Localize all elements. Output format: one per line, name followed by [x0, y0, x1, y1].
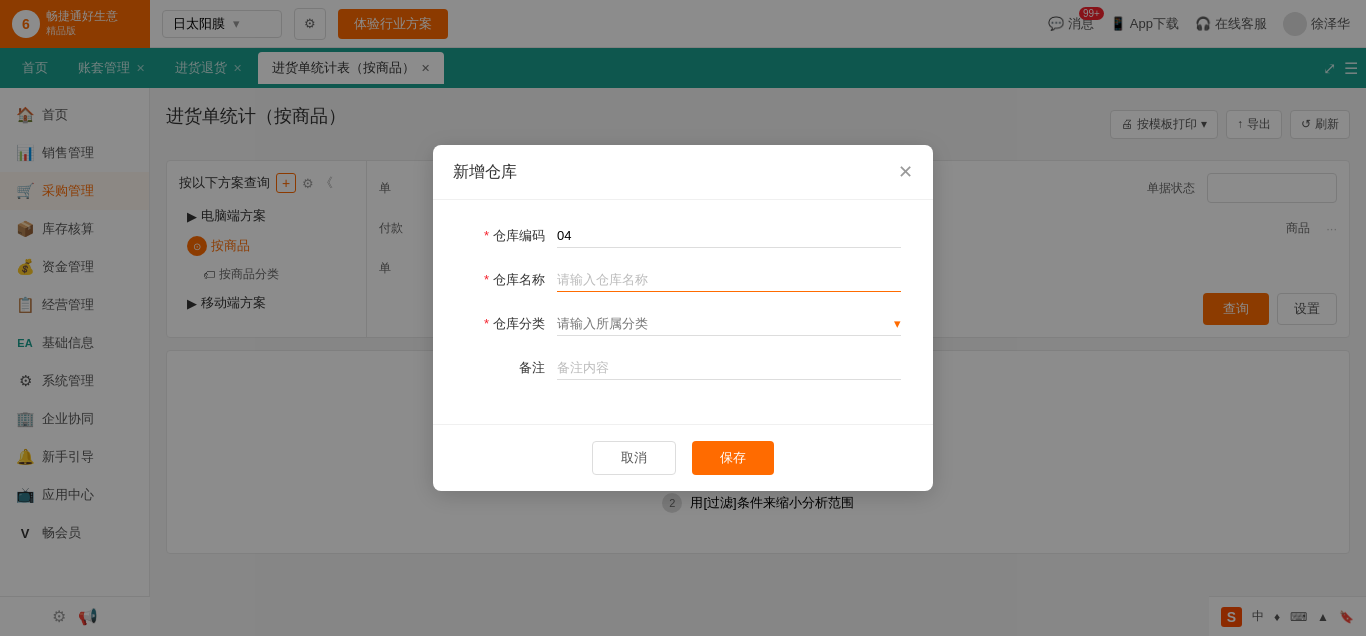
form-row-name: 仓库名称 [465, 268, 901, 292]
category-label: 仓库分类 [465, 315, 545, 333]
category-dropdown-icon[interactable]: ▾ [894, 316, 901, 331]
form-row-code: 仓库编码 [465, 224, 901, 248]
form-row-notes: 备注 [465, 356, 901, 380]
save-button[interactable]: 保存 [692, 441, 774, 475]
name-input[interactable] [557, 268, 901, 292]
dialog-header: 新增仓库 ✕ [433, 145, 933, 200]
add-warehouse-dialog: 新增仓库 ✕ 仓库编码 仓库名称 仓库分类 ▾ 备注 取消 保存 [433, 145, 933, 491]
category-select-row: ▾ [557, 312, 901, 336]
dialog-body: 仓库编码 仓库名称 仓库分类 ▾ 备注 [433, 200, 933, 424]
notes-input[interactable] [557, 356, 901, 380]
cancel-button[interactable]: 取消 [592, 441, 676, 475]
notes-label: 备注 [465, 359, 545, 377]
name-label: 仓库名称 [465, 271, 545, 289]
dialog-title: 新增仓库 [453, 162, 517, 183]
code-label: 仓库编码 [465, 227, 545, 245]
dialog-close-button[interactable]: ✕ [898, 161, 913, 183]
dialog-footer: 取消 保存 [433, 424, 933, 491]
code-input[interactable] [557, 224, 901, 248]
category-input[interactable] [557, 316, 894, 331]
form-row-category: 仓库分类 ▾ [465, 312, 901, 336]
